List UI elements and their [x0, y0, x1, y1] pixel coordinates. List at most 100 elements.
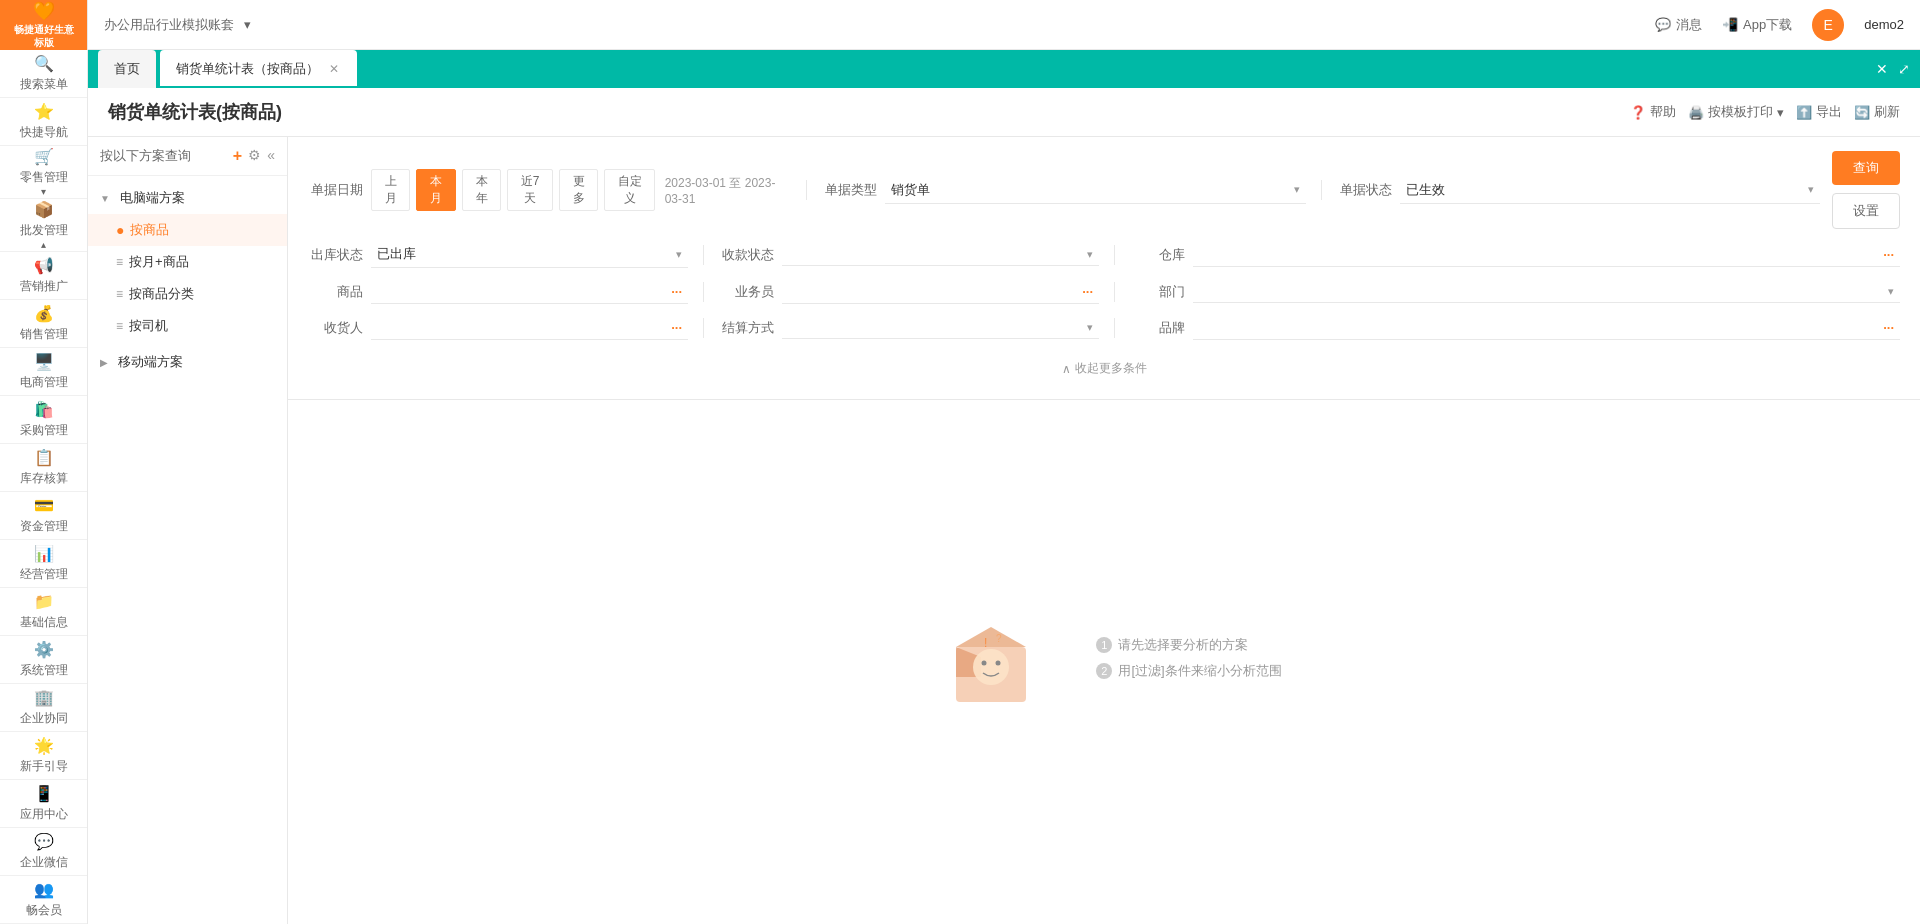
by-product-label: 按商品 — [130, 221, 169, 239]
receiver-input[interactable]: ··· — [371, 316, 688, 340]
newbie-icon: 🌟 — [34, 736, 54, 755]
settlement-select[interactable]: ▾ — [782, 317, 1099, 339]
filter-salesman-item: 业务员 ··· — [719, 280, 1099, 304]
status-select[interactable]: 已生效 ▾ — [1400, 177, 1820, 204]
help-icon: ❓ — [1630, 105, 1646, 120]
tree-item-by-category[interactable]: ≡ 按商品分类 — [88, 278, 287, 310]
product-input[interactable]: ··· — [371, 280, 688, 304]
tab-home[interactable]: 首页 — [98, 50, 156, 88]
tab-close-icon[interactable]: ✕ — [327, 62, 341, 76]
filter-warehouse-item: 仓库 ··· — [1130, 243, 1900, 267]
user-name[interactable]: demo2 — [1864, 17, 1904, 32]
app-name: 畅捷通好生意 — [14, 24, 74, 36]
salesman-input[interactable]: ··· — [782, 280, 1099, 304]
user-avatar[interactable]: E — [1812, 9, 1844, 41]
tab-report[interactable]: 销货单统计表（按商品） ✕ — [160, 50, 357, 88]
dept-dropdown-icon: ▾ — [1888, 285, 1894, 298]
refresh-button[interactable]: 🔄 刷新 — [1854, 103, 1900, 121]
tab-minimize-icon[interactable]: ✕ — [1876, 61, 1888, 77]
sidebar-item-appcenter[interactable]: 📱 应用中心 — [0, 780, 87, 828]
filter-divider-4 — [1114, 245, 1115, 265]
warehouse-label: 仓库 — [1130, 246, 1185, 264]
date-btn-lastmonth[interactable]: 上月 — [371, 169, 410, 211]
sidebar-item-inventory[interactable]: 📋 库存核算 — [0, 444, 87, 492]
warehouse-more-icon[interactable]: ··· — [1883, 247, 1894, 262]
tree-item-mobile[interactable]: ▶ 移动端方案 — [88, 346, 287, 378]
dept-select[interactable]: ▾ — [1193, 281, 1900, 303]
sidebar-item-basic[interactable]: 📁 基础信息 — [0, 588, 87, 636]
collectstatus-select[interactable]: ▾ — [782, 244, 1099, 266]
sidebar-item-label-ecom: 电商管理 — [20, 374, 68, 391]
sidebar-item-purchase[interactable]: 🛍️ 采购管理 — [0, 396, 87, 444]
by-product-icon: ● — [116, 222, 124, 238]
sidebar-item-retail[interactable]: 🛒 零售管理 ▾ — [0, 146, 87, 199]
brand-input[interactable]: ··· — [1193, 316, 1900, 340]
top-header: 办公用品行业模拟账套 ▾ 💬 消息 📲 App下载 E demo2 — [88, 0, 1920, 50]
sidebar-item-sales[interactable]: 💰 销售管理 — [0, 300, 87, 348]
export-button[interactable]: ⬆️ 导出 — [1796, 103, 1842, 121]
left-panel: 按以下方案查询 + ⚙ « ▼ 电脑端方案 ● 按商品 — [88, 137, 288, 924]
message-action[interactable]: 💬 消息 — [1655, 16, 1702, 34]
sidebar-item-member[interactable]: 👥 畅会员 — [0, 876, 87, 924]
sidebar-item-search[interactable]: 🔍 搜索菜单 — [0, 50, 87, 98]
query-button[interactable]: 查询 — [1832, 151, 1900, 185]
app-logo[interactable]: 🧡 畅捷通好生意 标版 — [0, 0, 87, 50]
mobile-section-label: 移动端方案 — [118, 353, 183, 371]
sidebar-item-enterprise[interactable]: 🏢 企业协同 — [0, 684, 87, 732]
sidebar-item-label-enterprise: 企业协同 — [20, 710, 68, 727]
outstatus-select[interactable]: 已出库 ▾ — [371, 241, 688, 268]
brand-label: 品牌 — [1130, 319, 1185, 337]
print-button[interactable]: 🖨️ 按模板打印 ▾ — [1688, 103, 1784, 121]
outstatus-dropdown-icon: ▾ — [676, 248, 682, 261]
collapse-up-icon: ∧ — [1062, 362, 1071, 376]
sidebar-item-corpwx[interactable]: 💬 企业微信 — [0, 828, 87, 876]
sidebar-item-label-quicknav: 快捷导航 — [20, 124, 68, 141]
help-label: 帮助 — [1650, 103, 1676, 121]
tree-item-by-month-product[interactable]: ≡ 按月+商品 — [88, 246, 287, 278]
industry-dropdown-arrow[interactable]: ▾ — [244, 17, 251, 32]
category-label: 按商品分类 — [129, 285, 194, 303]
salesman-more-icon[interactable]: ··· — [1082, 284, 1093, 299]
add-scheme-button[interactable]: + — [233, 147, 242, 165]
date-btn-thismonth[interactable]: 本月 — [416, 169, 455, 211]
sidebar-item-marketing[interactable]: 📢 营销推广 — [0, 252, 87, 300]
sidebar-item-operations[interactable]: 📊 经营管理 — [0, 540, 87, 588]
product-more-icon[interactable]: ··· — [671, 284, 682, 299]
tab-bar: 首页 销货单统计表（按商品） ✕ ✕ ⤢ — [88, 50, 1920, 88]
print-dropdown-icon: ▾ — [1777, 105, 1784, 120]
dept-label: 部门 — [1130, 283, 1185, 301]
date-btn-thisyear[interactable]: 本年 — [462, 169, 501, 211]
ecom-icon: 🖥️ — [34, 352, 54, 371]
help-button[interactable]: ❓ 帮助 — [1630, 103, 1676, 121]
month-product-icon: ≡ — [116, 255, 123, 269]
receiver-more-icon[interactable]: ··· — [671, 320, 682, 335]
date-btn-custom[interactable]: 自定义 — [604, 169, 654, 211]
tree-item-by-product[interactable]: ● 按商品 — [88, 214, 287, 246]
tab-bar-icons: ✕ ⤢ — [1876, 61, 1920, 77]
collapse-button[interactable]: ∧ 收起更多条件 — [308, 352, 1900, 385]
action-buttons: 查询 设置 — [1832, 151, 1900, 229]
sidebar-item-wholesale[interactable]: 📦 批发管理 ▴ — [0, 199, 87, 252]
tree-item-pc[interactable]: ▼ 电脑端方案 — [88, 182, 287, 214]
sidebar-item-ecom[interactable]: 🖥️ 电商管理 — [0, 348, 87, 396]
settings-button[interactable]: 设置 — [1832, 193, 1900, 229]
tab-restore-icon[interactable]: ⤢ — [1898, 61, 1910, 77]
warehouse-input[interactable]: ··· — [1193, 243, 1900, 267]
month-product-label: 按月+商品 — [129, 253, 189, 271]
sidebar-item-newbie[interactable]: 🌟 新手引导 — [0, 732, 87, 780]
app-download-action[interactable]: 📲 App下载 — [1722, 16, 1792, 34]
brand-more-icon[interactable]: ··· — [1883, 320, 1894, 335]
date-btn-more[interactable]: 更多 — [559, 169, 598, 211]
sidebar-item-finance[interactable]: 💳 资金管理 — [0, 492, 87, 540]
sidebar-item-system[interactable]: ⚙️ 系统管理 — [0, 636, 87, 684]
type-select[interactable]: 销货单 ▾ — [885, 177, 1305, 204]
sidebar-item-quicknav[interactable]: ⭐ 快捷导航 — [0, 98, 87, 146]
collapse-panel-button[interactable]: « — [267, 147, 275, 165]
collectstatus-dropdown-icon: ▾ — [1087, 248, 1093, 261]
date-btn-7days[interactable]: 近7天 — [507, 169, 552, 211]
svg-point-3 — [973, 649, 1009, 685]
tree-item-by-driver[interactable]: ≡ 按司机 — [88, 310, 287, 342]
wholesale-expand-icon: ▴ — [41, 239, 46, 250]
print-icon: 🖨️ — [1688, 105, 1704, 120]
settings-scheme-button[interactable]: ⚙ — [248, 147, 261, 165]
